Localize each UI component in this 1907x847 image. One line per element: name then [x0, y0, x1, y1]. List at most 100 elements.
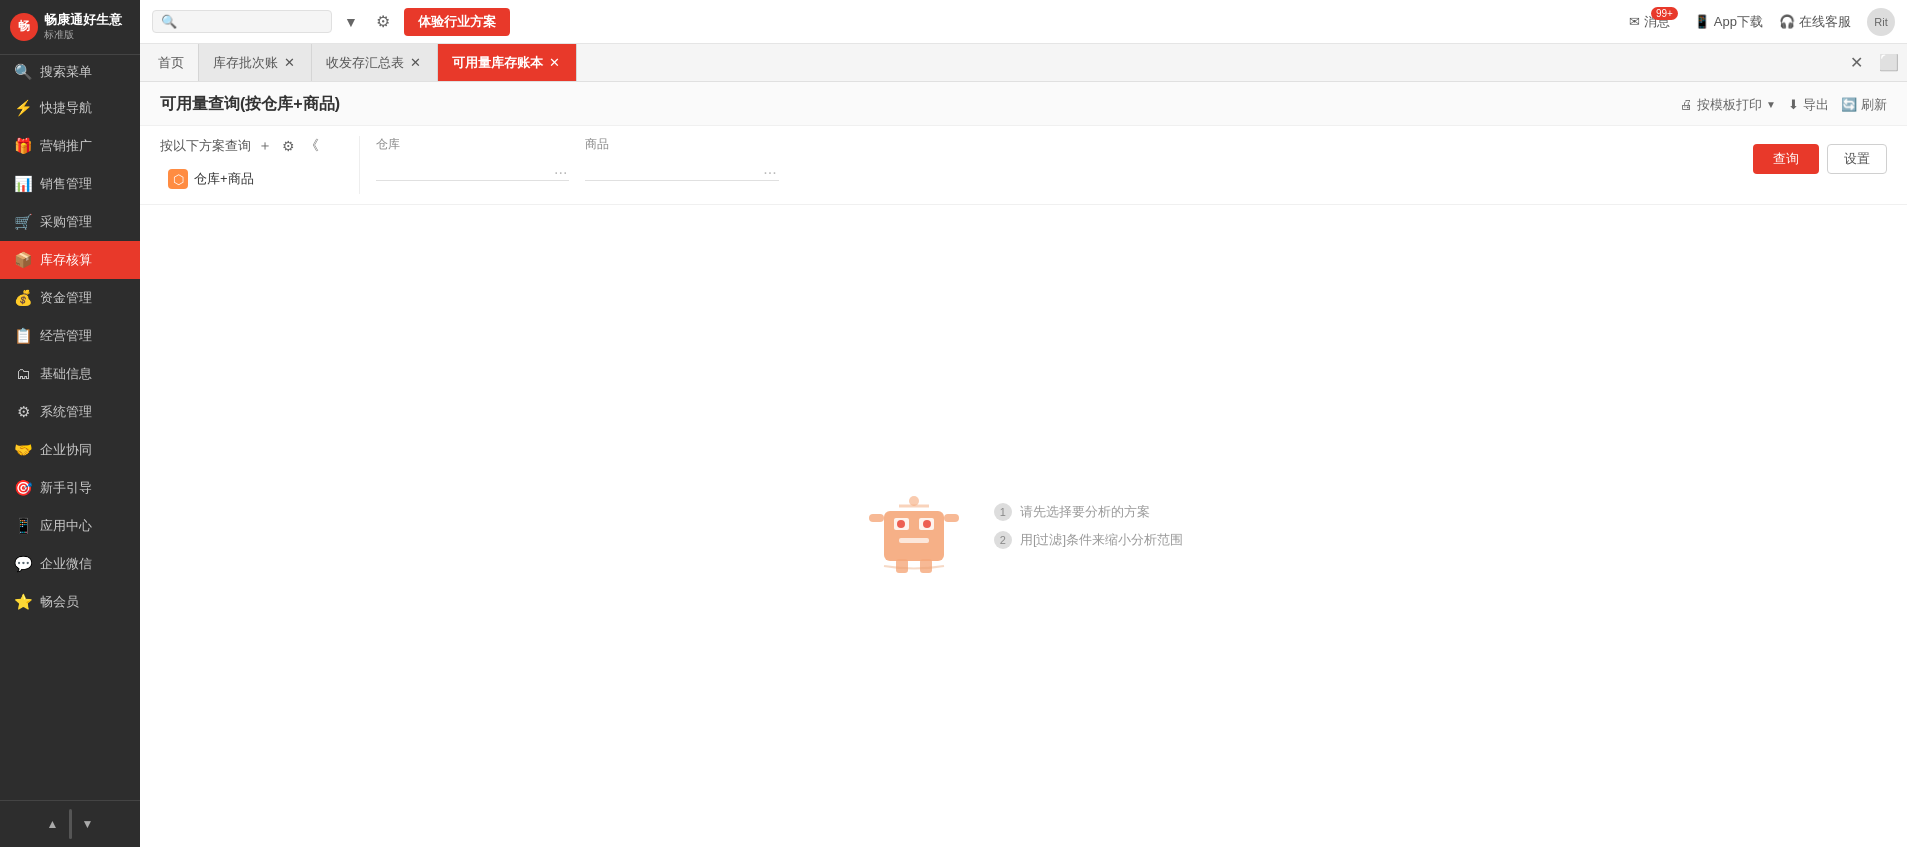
refresh-icon: 🔄 — [1841, 97, 1857, 112]
sidebar-header: 畅 畅康通好生意 标准版 — [0, 0, 140, 55]
sidebar-item-basic-info[interactable]: 🗂 基础信息 — [0, 355, 140, 393]
customer-service-label: 在线客服 — [1799, 13, 1851, 31]
topbar-gear-btn[interactable]: ⚙ — [370, 10, 396, 33]
empty-tips: 1 请先选择要分析的方案 2 用[过滤]条件来缩小分析范围 — [994, 503, 1183, 549]
scheme-item-warehouse-goods[interactable]: ⬡ 仓库+商品 — [160, 164, 343, 194]
tab-batch-account-close[interactable]: ✕ — [282, 56, 297, 69]
page-content: 可用量查询(按仓库+商品) 🖨 按模板打印 ▼ ⬇ 导出 🔄 刷新 — [140, 82, 1907, 847]
app-download-btn[interactable]: 📱 App下载 — [1694, 13, 1763, 31]
filter-scheme-label: 按以下方案查询 — [160, 137, 251, 155]
robot-svg — [864, 476, 964, 576]
sidebar-item-search[interactable]: 🔍 搜索菜单 — [0, 55, 140, 89]
svg-rect-6 — [869, 514, 884, 522]
tab-available-ledger-close[interactable]: ✕ — [547, 56, 562, 69]
scroll-track — [69, 809, 72, 839]
user-avatar: Rit — [1867, 8, 1895, 36]
sidebar-item-label: 资金管理 — [40, 289, 92, 307]
window-close-btn[interactable]: ✕ — [1842, 44, 1871, 82]
sidebar-item-purchase[interactable]: 🛒 采购管理 — [0, 203, 140, 241]
message-icon: ✉ — [1629, 14, 1640, 29]
window-maximize-btn[interactable]: ⬜ — [1871, 44, 1907, 82]
sidebar-item-guide[interactable]: 🎯 新手引导 — [0, 469, 140, 507]
svg-rect-5 — [899, 538, 929, 543]
tab-home[interactable]: 首页 — [144, 44, 199, 81]
scheme-item-label: 仓库+商品 — [194, 170, 254, 188]
sidebar-item-quick-nav[interactable]: ⚡ 快捷导航 — [0, 89, 140, 127]
settings-button[interactable]: 设置 — [1827, 144, 1887, 174]
tab-receipt-summary[interactable]: 收发存汇总表 ✕ — [312, 44, 438, 81]
sidebar-footer: ▲ ▼ — [0, 800, 140, 847]
print-template-btn[interactable]: 🖨 按模板打印 ▼ — [1680, 96, 1776, 114]
sidebar-title-block: 畅康通好生意 标准版 — [44, 12, 122, 42]
headset-icon: 🎧 — [1779, 14, 1795, 29]
topbar-search-box[interactable]: 🔍 — [152, 10, 332, 33]
gift-icon: 🎁 — [14, 137, 32, 155]
sidebar-item-label: 库存核算 — [40, 251, 92, 269]
industry-solution-button[interactable]: 体验行业方案 — [404, 8, 510, 36]
user-name: Rit — [1874, 16, 1887, 28]
sidebar-item-finance[interactable]: 💰 资金管理 — [0, 279, 140, 317]
customer-service-btn[interactable]: 🎧 在线客服 — [1779, 13, 1851, 31]
message-btn[interactable]: ✉ 消息 99+ — [1629, 13, 1670, 31]
filter-field-goods: 商品 ... — [585, 136, 778, 181]
sidebar-item-system[interactable]: ⚙ 系统管理 — [0, 393, 140, 431]
tab-available-ledger[interactable]: 可用量库存账本 ✕ — [438, 44, 577, 81]
empty-tip-2: 2 用[过滤]条件来缩小分析范围 — [994, 531, 1183, 549]
tab-home-label: 首页 — [158, 54, 184, 72]
user-menu[interactable]: Rit — [1867, 8, 1895, 36]
goods-input[interactable] — [585, 159, 761, 178]
add-scheme-btn[interactable]: ＋ — [255, 136, 275, 156]
sidebar-item-label: 畅会员 — [40, 593, 79, 611]
sidebar-item-member[interactable]: ⭐ 畅会员 — [0, 583, 140, 621]
goods-label: 商品 — [585, 136, 778, 153]
sidebar: 畅 畅康通好生意 标准版 🔍 搜索菜单 ⚡ 快捷导航 🎁 营销推广 📊 销售管理… — [0, 0, 140, 847]
sidebar-item-label: 经营管理 — [40, 327, 92, 345]
sidebar-item-app-center[interactable]: 📱 应用中心 — [0, 507, 140, 545]
sidebar-item-label: 快捷导航 — [40, 99, 92, 117]
svg-point-4 — [923, 520, 931, 528]
tab-batch-account-label: 库存批次账 — [213, 54, 278, 72]
sidebar-item-label: 企业协同 — [40, 441, 92, 459]
sidebar-item-marketing[interactable]: 🎁 营销推广 — [0, 127, 140, 165]
export-btn[interactable]: ⬇ 导出 — [1788, 96, 1829, 114]
goods-dots[interactable]: ... — [761, 160, 778, 178]
scroll-down-btn[interactable]: ▼ — [76, 815, 100, 833]
sidebar-item-label: 销售管理 — [40, 175, 92, 193]
printer-icon: 🖨 — [1680, 97, 1693, 112]
sidebar-item-sales[interactable]: 📊 销售管理 — [0, 165, 140, 203]
sidebar-item-wechat[interactable]: 💬 企业微信 — [0, 545, 140, 583]
sidebar-item-operation[interactable]: 📋 经营管理 — [0, 317, 140, 355]
topbar-right: ✉ 消息 99+ 📱 App下载 🎧 在线客服 Rit — [1629, 8, 1895, 36]
tip-text-1: 请先选择要分析的方案 — [1020, 503, 1150, 521]
warehouse-input[interactable] — [376, 159, 552, 178]
tip-text-2: 用[过滤]条件来缩小分析范围 — [1020, 531, 1183, 549]
tab-receipt-summary-close[interactable]: ✕ — [408, 56, 423, 69]
tip-number-2: 2 — [994, 531, 1012, 549]
print-dropdown-icon: ▼ — [1766, 99, 1776, 110]
tabbar-right: ✕ ⬜ — [1842, 44, 1907, 82]
scroll-up-btn[interactable]: ▲ — [41, 815, 65, 833]
topbar-dropdown-btn[interactable]: ▼ — [340, 12, 362, 32]
mobile-icon: 📱 — [14, 517, 32, 535]
sidebar-item-inventory[interactable]: 📦 库存核算 — [0, 241, 140, 279]
gear-icon: ⚙ — [14, 403, 32, 421]
main-area: 🔍 ▼ ⚙ 体验行业方案 ✉ 消息 99+ 📱 App下载 🎧 在线客服 Rit — [140, 0, 1907, 847]
tab-batch-account[interactable]: 库存批次账 ✕ — [199, 44, 312, 81]
empty-robot-illustration — [864, 476, 964, 576]
sidebar-item-enterprise[interactable]: 🤝 企业协同 — [0, 431, 140, 469]
svg-rect-7 — [944, 514, 959, 522]
query-button[interactable]: 查询 — [1753, 144, 1819, 174]
edit-scheme-btn[interactable]: ⚙ — [279, 137, 298, 155]
filter-field-warehouse: 仓库 ... — [376, 136, 569, 181]
refresh-label: 刷新 — [1861, 96, 1887, 114]
export-label: 导出 — [1803, 96, 1829, 114]
refresh-btn[interactable]: 🔄 刷新 — [1841, 96, 1887, 114]
tip-number-1: 1 — [994, 503, 1012, 521]
money-icon: 💰 — [14, 289, 32, 307]
print-label: 按模板打印 — [1697, 96, 1762, 114]
scheme-icon: ⬡ — [168, 169, 188, 189]
warehouse-label: 仓库 — [376, 136, 569, 153]
warehouse-dots[interactable]: ... — [552, 160, 569, 178]
sidebar-search-label: 搜索菜单 — [40, 63, 92, 81]
collapse-scheme-btn[interactable]: 《 — [302, 136, 322, 156]
